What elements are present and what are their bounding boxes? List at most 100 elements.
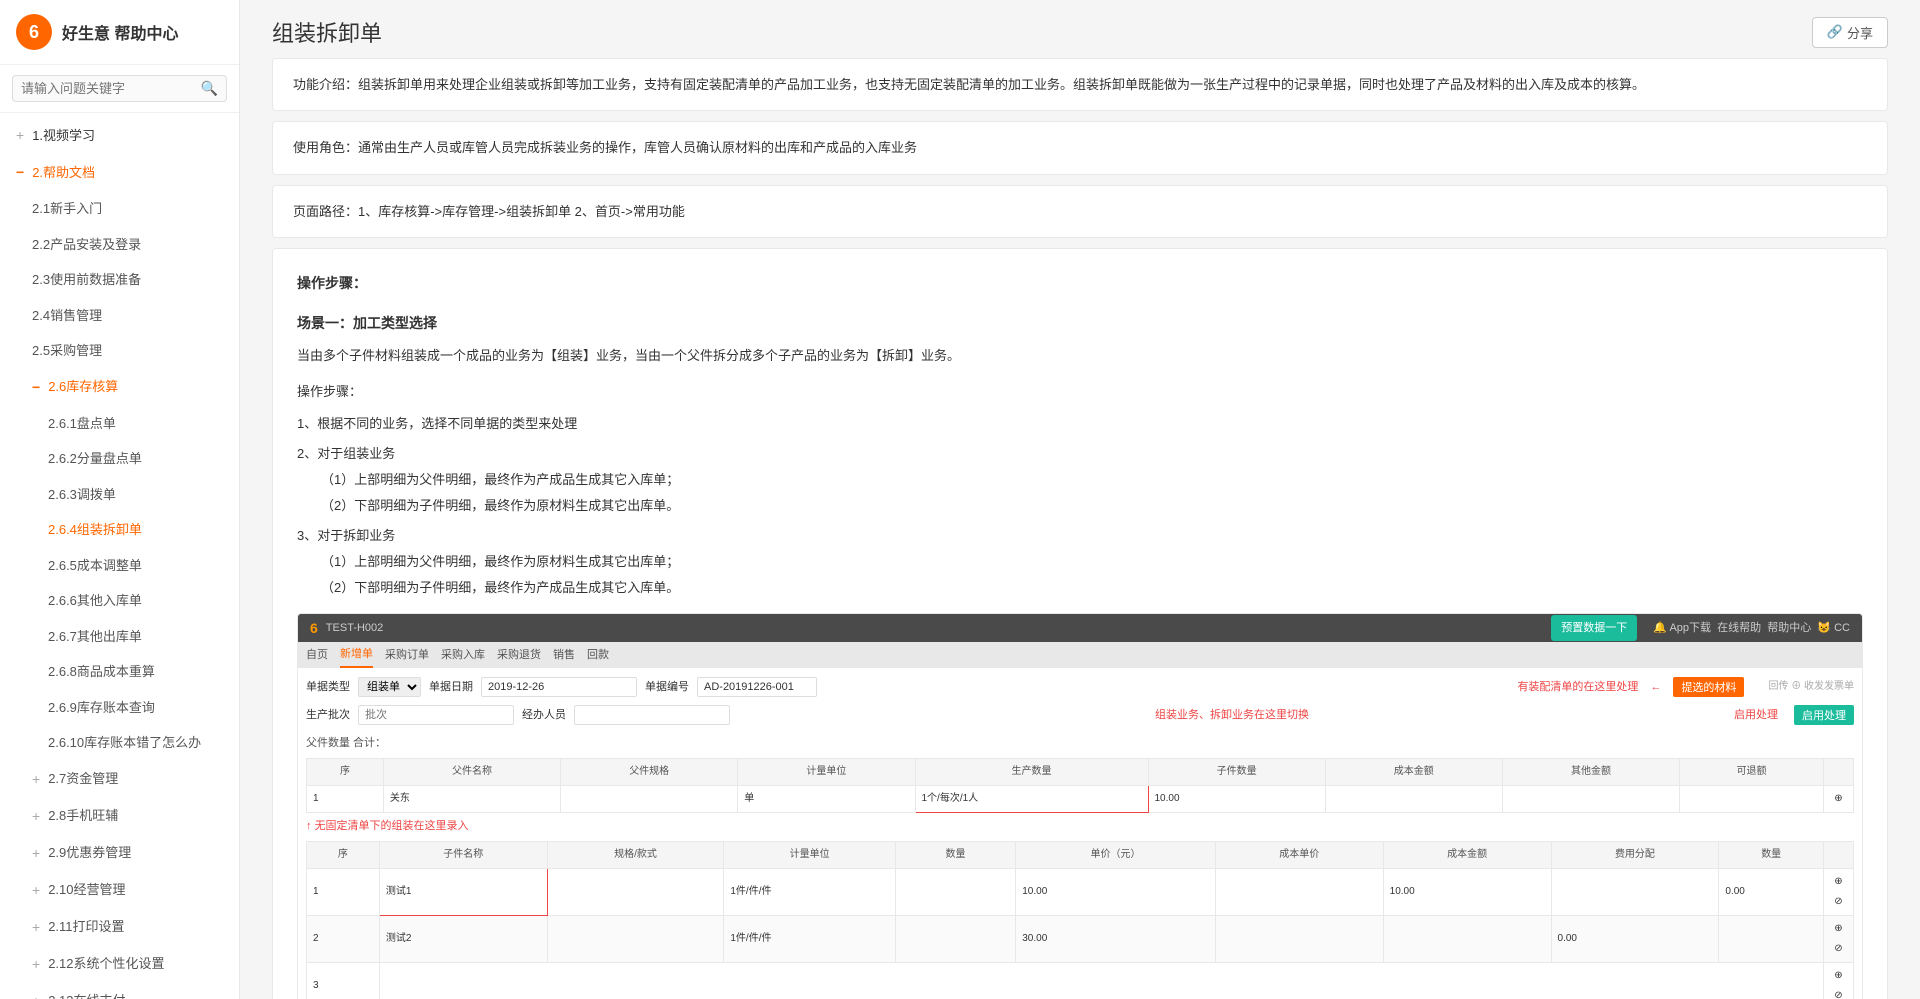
sidebar-item-label: 2.6.7其他出库单 [48, 627, 142, 647]
ss-batch-input[interactable] [358, 705, 514, 725]
plus-icon: + [32, 806, 40, 827]
ss-date-input[interactable] [481, 677, 637, 697]
th-prod-qty: 生产数量 [915, 759, 1148, 786]
sidebar-item-stock-count[interactable]: 2.6.1盘点单 [0, 406, 239, 442]
sidebar-item-docs[interactable]: − 2.帮助文档 [0, 154, 239, 191]
sidebar-item-ops[interactable]: + 2.10经营管理 [0, 872, 239, 909]
path-text: 页面路径：1、库存核算->库存管理->组装拆卸单 2、首页->常用功能 [293, 204, 685, 219]
sidebar-item-inventory[interactable]: − 2.6库存核算 [0, 369, 239, 406]
ss-type-label: 单据类型 [306, 676, 350, 698]
sidebar-item-label: 2.6.2分量盘点单 [48, 449, 142, 469]
th-parent-name: 父件名称 [383, 759, 560, 786]
td-action[interactable]: ⊕ [1824, 786, 1854, 813]
ss-nav-payment[interactable]: 回款 [587, 644, 609, 666]
ss-type-select[interactable]: 组装单 拆卸单 [358, 677, 421, 697]
steps-title: 操作步骤： [297, 269, 1863, 297]
th-seq2: 序 [307, 842, 380, 869]
scene1-desc: 当由多个子件材料组装成一个成品的业务为【组装】业务，当由一个父件拆分成多个子产品… [297, 343, 1863, 369]
screenshot-container: 6 TEST-H002 预置数据一下 🔔 App下载 在线帮助 帮助中心 😺 C… [297, 613, 1863, 999]
ss-nav-po[interactable]: 采购订单 [385, 644, 429, 666]
sidebar-item-mobile[interactable]: + 2.8手机旺辅 [0, 798, 239, 835]
sidebar-item-partial-count[interactable]: 2.6.2分量盘点单 [0, 441, 239, 477]
annotation-process: 启用处理 [1734, 704, 1778, 726]
td-sub-qty: 10.00 [1148, 786, 1325, 813]
sidebar-item-purchase[interactable]: 2.5采购管理 [0, 333, 239, 369]
search-icon[interactable]: 🔍 [201, 80, 218, 97]
sidebar-item-label: 2.3使用前数据准备 [32, 270, 141, 290]
table-row: 1 测试1 1件/件/件 10.00 10.00 0.00 [307, 869, 1854, 916]
logo-area: 6 好生意 帮助中心 [0, 0, 239, 65]
sidebar-item-stock-check[interactable]: 2.6.9库存账本查询 [0, 690, 239, 726]
ss-more-icons: 回传 ⊕ 收发发票单 [1768, 677, 1854, 697]
sidebar-item-sales[interactable]: 2.4销售管理 [0, 298, 239, 334]
share-button[interactable]: 🔗 分享 [1812, 17, 1888, 48]
sidebar-item-newbie[interactable]: 2.1新手入门 [0, 191, 239, 227]
ss-form-row2: 生产批次 经办人员 组装业务、拆卸业务在这里切换 启用处理 启用处理 [306, 704, 1854, 726]
sidebar-item-payment[interactable]: + 2.13在线支付 [0, 983, 239, 999]
path-block: 页面路径：1、库存核算->库存管理->组装拆卸单 2、首页->常用功能 [272, 185, 1888, 238]
th-child-unit: 计量单位 [724, 842, 895, 869]
sidebar-item-label: 2.2产品安装及登录 [32, 235, 141, 255]
sidebar-item-data-prep[interactable]: 2.3使用前数据准备 [0, 262, 239, 298]
step2: 2、对于组装业务 [297, 441, 1863, 467]
search-area: 🔍 [0, 65, 239, 113]
ss-nav: 自页 新增单 采购订单 采购入库 采购退货 销售 回款 [298, 642, 1862, 668]
sidebar-item-other-in[interactable]: 2.6.6其他入库单 [0, 583, 239, 619]
sidebar-item-finance[interactable]: + 2.7资金管理 [0, 761, 239, 798]
sidebar-item-video[interactable]: + 1.视频学习 [0, 117, 239, 154]
sidebar-item-label: 2.6.9库存账本查询 [48, 698, 155, 718]
search-input[interactable] [21, 81, 201, 96]
table-row: 1 关东 单 1个/每次/1人 10.00 [307, 786, 1854, 813]
step3: 3、对于拆卸业务 [297, 523, 1863, 549]
ss-nav-sales[interactable]: 销售 [553, 644, 575, 666]
main-section: 操作步骤： 场景一：加工类型选择 当由多个子件材料组装成一个成品的业务为【组装】… [272, 248, 1888, 999]
ss-enable-btn[interactable]: 启用处理 [1794, 705, 1854, 725]
th-price: 单价（元） [1016, 842, 1216, 869]
th-sub-qty: 子件数量 [1148, 759, 1325, 786]
step2-1: （1）上部明细为父件明细，最终作为产成品生成其它入库单； [321, 467, 1863, 493]
sidebar-item-coupon[interactable]: + 2.9优惠券管理 [0, 835, 239, 872]
ss-person-label: 经办人员 [522, 704, 566, 726]
th-fee-alloc: 费用分配 [1551, 842, 1719, 869]
annotation-arrow1: ← [1650, 676, 1661, 698]
page-title: 组装拆卸单 [272, 16, 382, 48]
th-child-name: 子件名称 [379, 842, 547, 869]
ss-nav-return[interactable]: 采购退货 [497, 644, 541, 666]
ss-nav-receipt[interactable]: 采购入库 [441, 644, 485, 666]
ss-preset-btn[interactable]: 预置数据一下 [1551, 615, 1637, 641]
sidebar-item-assembly[interactable]: 2.6.4组装拆卸单 [0, 512, 239, 548]
ss-nav-new[interactable]: 新增单 [340, 643, 373, 668]
sidebar-item-cost-reset[interactable]: 2.6.8商品成本重算 [0, 654, 239, 690]
sidebar-item-adjust[interactable]: 2.6.3调拨单 [0, 477, 239, 513]
annotation-no-bom: ↑ 无固定清单下的组装在这里录入 [306, 815, 1854, 837]
ss-qty-label: 生产批次 [306, 704, 350, 726]
role-block: 使用角色：通常由生产人员或库管人员完成拆装业务的操作，库管人员确认原材料的出库和… [272, 121, 1888, 174]
share-icon: 🔗 [1827, 24, 1843, 40]
sidebar-item-label: 2.7资金管理 [48, 769, 118, 789]
ss-nav-home[interactable]: 自页 [306, 644, 328, 666]
ss-docno-input[interactable] [697, 677, 817, 697]
sidebar-item-system[interactable]: + 2.12系统个性化设置 [0, 946, 239, 983]
sidebar-item-cost-adjust[interactable]: 2.6.5成本调整单 [0, 548, 239, 584]
sidebar-item-label: 2.12系统个性化设置 [48, 954, 164, 974]
plus-icon: + [32, 954, 40, 975]
th-other-amt: 其他金额 [1502, 759, 1679, 786]
td-other [1502, 786, 1679, 813]
td-cost [1325, 786, 1502, 813]
sidebar-item-label: 2.6.8商品成本重算 [48, 662, 155, 682]
search-box[interactable]: 🔍 [12, 75, 227, 102]
td-parent-spec [561, 786, 738, 813]
sidebar-item-other-out[interactable]: 2.6.7其他出库单 [0, 619, 239, 655]
role-text: 使用角色：通常由生产人员或库管人员完成拆装业务的操作，库管人员确认原材料的出库和… [293, 140, 917, 155]
ss-person-input[interactable] [574, 705, 730, 725]
annotation-bom: 有装配清单的在这里处理 [1517, 676, 1638, 698]
table-row: 2 测试2 1件/件/件 30.00 0.00 [307, 916, 1854, 963]
sidebar-item-install[interactable]: 2.2产品安装及登录 [0, 227, 239, 263]
logo-text: 好生意 帮助中心 [62, 20, 178, 44]
sidebar-item-print[interactable]: + 2.11打印设置 [0, 909, 239, 946]
ss-bom-btn[interactable]: 提选的材料 [1673, 677, 1744, 697]
content-area: 功能介绍：组装拆卸单用来处理企业组装或拆卸等加工业务，支持有固定装配清单的产品加… [240, 58, 1920, 999]
plus-icon: + [32, 880, 40, 901]
step2-2: （2）下部明细为子件明细，最终作为原材料生成其它出库单。 [321, 493, 1863, 519]
sidebar-item-stock-error[interactable]: 2.6.10库存账本错了怎么办 [0, 725, 239, 761]
